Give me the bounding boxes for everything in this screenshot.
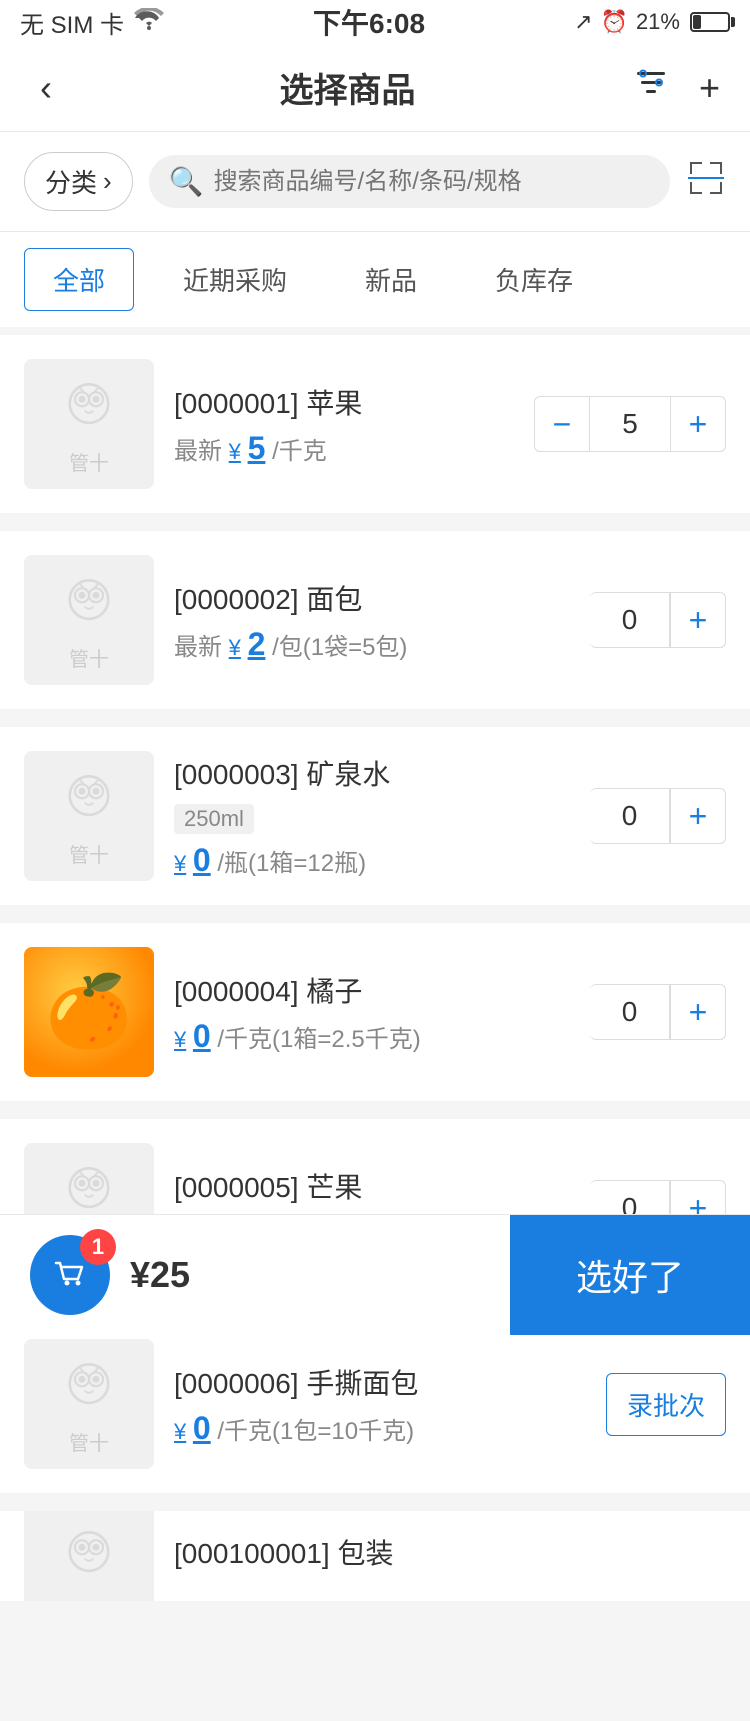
product-name: [0000005] 芒果 [174,1166,570,1206]
price-yen: ¥ [174,1419,186,1444]
category-button[interactable]: 分类 › [24,152,133,211]
category-label: 分类 [45,163,97,200]
status-bar: 无 SIM 卡 下午6:08 ↗ ⏰ 21% [0,0,750,44]
carrier-text: 无 SIM 卡 [20,5,124,40]
price-yen: ¥ [174,851,186,876]
increase-button[interactable]: + [670,984,726,1040]
increase-button[interactable]: + [670,788,726,844]
product-info-0000001: [0000001] 苹果 最新 ¥ 5 /千克 [174,382,514,467]
product-price: ¥ 0 /瓶(1箱=12瓶) [174,842,570,879]
table-row: [0000004] 橘子 ¥ 0 /千克(1箱=2.5千克) + [0,923,750,1101]
quantity-control-0000001: − + [534,396,726,452]
price-yen: ¥ [229,635,241,660]
product-image-0000006: 管十 [24,1339,154,1469]
price-unit: /包(1袋=5包) [272,634,407,661]
price-label: 最新 [174,634,222,661]
tab-negative[interactable]: 负库存 [466,248,602,311]
quantity-control-0000004: + [590,984,726,1040]
price-unit: /千克(1包=10千克) [217,1418,414,1445]
cart-area: 1 ¥25 [0,1235,510,1315]
nav-bar: ‹ 选择商品 + [0,44,750,132]
search-input[interactable] [214,168,650,196]
tab-all[interactable]: 全部 [24,248,134,311]
product-image-partial [24,1511,154,1601]
add-icon[interactable]: + [699,67,720,109]
price-value: 0 [193,842,211,878]
page-title: 选择商品 [279,63,415,112]
product-image-0000003: 管十 [24,751,154,881]
tab-new[interactable]: 新品 [336,248,446,311]
alarm-icon: ⏰ [601,9,628,35]
increase-button[interactable]: + [670,396,726,452]
table-row: 管十 [0000002] 面包 最新 ¥ 2 /包(1袋=5包) + [0,531,750,709]
product-info-0000002: [0000002] 面包 最新 ¥ 2 /包(1袋=5包) [174,578,570,663]
price-yen: ¥ [229,439,241,464]
product-name: [0000001] 苹果 [174,382,514,422]
product-image-0000002: 管十 [24,555,154,685]
product-info-partial: [000100001] 包装 [174,1532,726,1580]
battery-icon [690,12,730,32]
product-info-0000003: [0000003] 矿泉水 250ml ¥ 0 /瓶(1箱=12瓶) [174,753,570,879]
nav-right-actions: + [633,65,720,110]
product-info-0000006: [0000006] 手撕面包 ¥ 0 /千克(1包=10千克) [174,1362,586,1447]
quantity-input[interactable] [590,788,670,844]
back-button[interactable]: ‹ [30,57,62,119]
status-left: 无 SIM 卡 [20,5,164,40]
price-value: 0 [193,1410,211,1446]
scan-icon[interactable] [686,158,726,206]
price-unit: /瓶(1箱=12瓶) [217,850,366,877]
search-input-wrap: 🔍 [149,155,670,208]
quantity-input[interactable] [590,984,670,1040]
search-icon: 🔍 [169,165,204,198]
product-spec: 250ml [174,804,254,834]
status-time: 下午6:08 [313,2,425,42]
product-name: [0000004] 橘子 [174,970,570,1010]
price-value: 5 [248,430,266,466]
table-row: 管十 [0000003] 矿泉水 250ml ¥ 0 /瓶(1箱=12瓶) + [0,727,750,905]
product-image-0000004 [24,947,154,1077]
product-name: [000100001] 包装 [174,1532,726,1572]
search-bar: 分类 › 🔍 [0,132,750,232]
quantity-input[interactable] [590,592,670,648]
product-image-0000001: 管十 [24,359,154,489]
record-batch-button[interactable]: 录批次 [606,1373,726,1436]
table-row: 管十 [0000006] 手撕面包 ¥ 0 /千克(1包=10千克) 录批次 [0,1315,750,1493]
bottom-bar: 1 ¥25 选好了 [0,1214,750,1334]
price-value: 0 [193,1018,211,1054]
battery-text: 21% [636,9,680,35]
price-unit: /千克(1箱=2.5千克) [217,1026,420,1053]
quantity-control-0000003: + [590,788,726,844]
confirm-button[interactable]: 选好了 [510,1215,750,1335]
category-arrow: › [103,166,112,197]
product-price: 最新 ¥ 5 /千克 [174,430,514,467]
product-list: 管十 [0000001] 苹果 最新 ¥ 5 /千克 − + [0,335,750,1601]
decrease-button[interactable]: − [534,396,590,452]
product-price: ¥ 0 /千克(1包=10千克) [174,1410,586,1447]
product-name: [0000003] 矿泉水 [174,753,570,793]
quantity-control-0000002: + [590,592,726,648]
product-price: ¥ 0 /千克(1箱=2.5千克) [174,1018,570,1055]
tab-bar: 全部 近期采购 新品 负库存 [0,232,750,335]
product-info-0000004: [0000004] 橘子 ¥ 0 /千克(1箱=2.5千克) [174,970,570,1055]
tab-recent[interactable]: 近期采购 [154,248,316,311]
product-price: 最新 ¥ 2 /包(1袋=5包) [174,626,570,663]
price-label: 最新 [174,438,222,465]
table-row: 管十 [0000001] 苹果 最新 ¥ 5 /千克 − + [0,335,750,513]
table-row: [000100001] 包装 [0,1511,750,1601]
cart-badge: 1 [80,1229,116,1265]
price-unit: /千克 [272,438,327,465]
location-icon: ↗ [574,9,592,35]
quantity-input[interactable] [590,396,670,452]
status-right: ↗ ⏰ 21% [574,9,730,35]
product-name: [0000002] 面包 [174,578,570,618]
cart-total: ¥25 [130,1254,190,1296]
increase-button[interactable]: + [670,592,726,648]
wifi-icon [134,8,164,37]
product-name: [0000006] 手撕面包 [174,1362,586,1402]
filter-icon[interactable] [633,65,669,110]
cart-button[interactable]: 1 [30,1235,110,1315]
price-yen: ¥ [174,1027,186,1052]
price-value: 2 [248,626,266,662]
